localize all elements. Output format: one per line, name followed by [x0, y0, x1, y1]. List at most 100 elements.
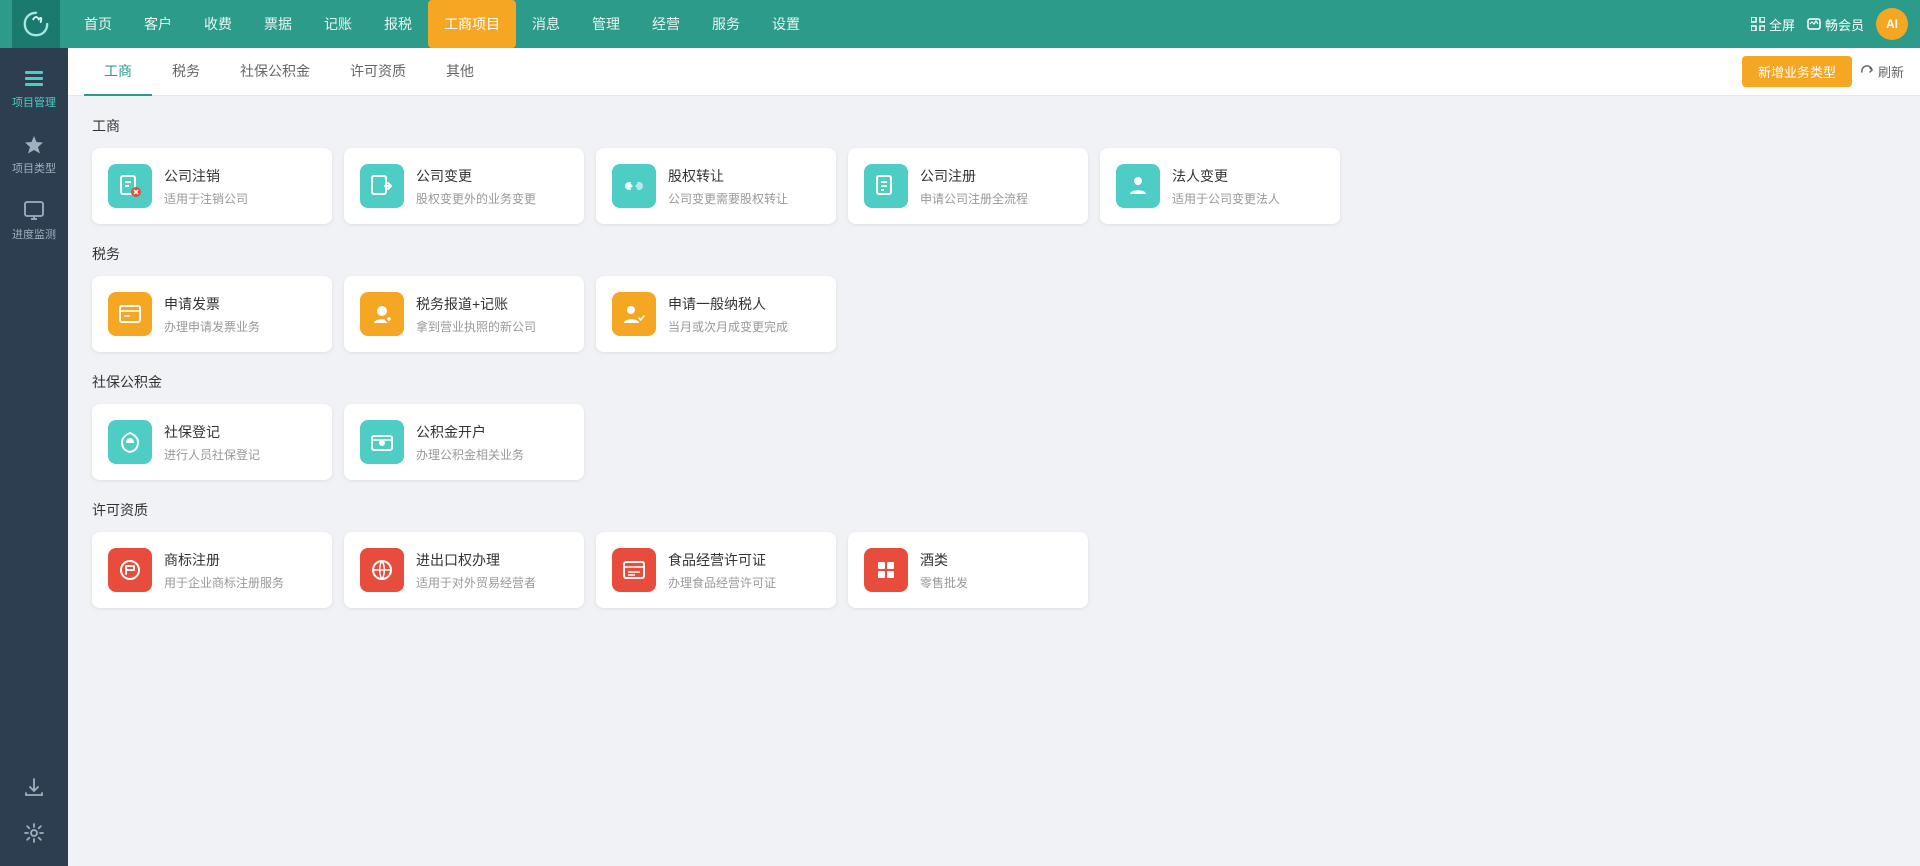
- nav-bizproject[interactable]: 工商项目: [428, 0, 516, 48]
- card-import-export[interactable]: 进出口权办理 适用于对外贸易经营者: [344, 532, 584, 608]
- card-invoice-apply[interactable]: 申请发票 办理申请发票业务: [92, 276, 332, 352]
- card-desc-provident-fund: 办理公积金相关业务: [416, 446, 524, 463]
- content-scroll[interactable]: 工商 公司注销 适用于注销公司: [68, 96, 1920, 866]
- card-info-legal-person: 法人变更 适用于公司变更法人: [1172, 166, 1280, 207]
- tab-other[interactable]: 其他: [426, 48, 494, 96]
- sidebar-bottom: [19, 766, 49, 866]
- card-desc-alcohol: 零售批发: [920, 574, 968, 591]
- sidebar-settings-button[interactable]: [19, 812, 49, 854]
- nav-settings[interactable]: 设置: [756, 0, 816, 48]
- sidebar-label-project-type: 项目类型: [12, 160, 56, 176]
- card-alcohol[interactable]: 酒类 零售批发: [848, 532, 1088, 608]
- nav-tax[interactable]: 报税: [368, 0, 428, 48]
- nav-service[interactable]: 服务: [696, 0, 756, 48]
- tab-xuke[interactable]: 许可资质: [330, 48, 426, 96]
- card-title-legal-person: 法人变更: [1172, 166, 1280, 186]
- sidebar-item-project-manage[interactable]: 项目管理: [0, 56, 68, 122]
- refresh-button[interactable]: 刷新: [1860, 62, 1904, 81]
- card-company-change[interactable]: 公司变更 股权变更外的业务变更: [344, 148, 584, 224]
- vip-button[interactable]: 畅会员: [1807, 15, 1864, 34]
- tab-shuiwu[interactable]: 税务: [152, 48, 220, 96]
- sidebar-item-progress-monitor[interactable]: 进度监测: [0, 188, 68, 254]
- sidebar-label-project-manage: 项目管理: [12, 94, 56, 110]
- card-company-register[interactable]: 公司注册 申请公司注册全流程: [848, 148, 1088, 224]
- nav-items: 首页 客户 收费 票据 记账 报税 工商项目 消息 管理 经营 服务 设置: [68, 0, 1751, 48]
- sidebar-item-project-type[interactable]: 项目类型: [0, 122, 68, 188]
- card-food-license[interactable]: 食品经营许可证 办理食品经营许可证: [596, 532, 836, 608]
- top-nav: 首页 客户 收费 票据 记账 报税 工商项目 消息 管理 经营 服务 设置 全屏…: [0, 0, 1920, 48]
- card-info-company-change: 公司变更 股权变更外的业务变更: [416, 166, 536, 207]
- sidebar-download-button[interactable]: [19, 766, 49, 808]
- card-title-invoice-apply: 申请发票: [164, 294, 260, 314]
- card-tax-payer[interactable]: 申请一般纳税人 当月或次月成变更完成: [596, 276, 836, 352]
- card-info-tax-report: 税务报道+记账 拿到营业执照的新公司: [416, 294, 536, 335]
- card-info-company-register: 公司注册 申请公司注册全流程: [920, 166, 1028, 207]
- card-company-cancel[interactable]: 公司注销 适用于注销公司: [92, 148, 332, 224]
- card-info-food-license: 食品经营许可证 办理食品经营许可证: [668, 550, 776, 591]
- alcohol-icon: [864, 548, 908, 592]
- new-business-type-button[interactable]: 新增业务类型: [1742, 56, 1852, 87]
- sidebar-label-progress-monitor: 进度监测: [12, 226, 56, 242]
- fullscreen-label: 全屏: [1769, 15, 1795, 34]
- card-info-import-export: 进出口权办理 适用于对外贸易经营者: [416, 550, 536, 591]
- card-equity-transfer[interactable]: 股权转让 公司变更需要股权转让: [596, 148, 836, 224]
- vip-label: 畅会员: [1825, 15, 1864, 34]
- equity-transfer-icon: [612, 164, 656, 208]
- fullscreen-button[interactable]: 全屏: [1751, 15, 1795, 34]
- card-social-security[interactable]: 社保登记 进行人员社保登记: [92, 404, 332, 480]
- nav-customer[interactable]: 客户: [128, 0, 188, 48]
- cards-grid-xuke: 商标注册 用于企业商标注册服务 进出口权办理 适用于对外贸易经营者: [92, 532, 1896, 608]
- nav-operation[interactable]: 经营: [636, 0, 696, 48]
- nav-manage[interactable]: 管理: [576, 0, 636, 48]
- social-security-icon: [108, 420, 152, 464]
- card-desc-import-export: 适用于对外贸易经营者: [416, 574, 536, 591]
- card-info-tax-payer: 申请一般纳税人 当月或次月成变更完成: [668, 294, 788, 335]
- card-title-company-change: 公司变更: [416, 166, 536, 186]
- section-title-gongshang: 工商: [92, 116, 1896, 136]
- card-desc-food-license: 办理食品经营许可证: [668, 574, 776, 591]
- card-title-company-register: 公司注册: [920, 166, 1028, 186]
- card-title-equity-transfer: 股权转让: [668, 166, 788, 186]
- tab-gongshang[interactable]: 工商: [84, 48, 152, 96]
- card-info-company-cancel: 公司注销 适用于注销公司: [164, 166, 248, 207]
- card-title-alcohol: 酒类: [920, 550, 968, 570]
- card-desc-company-cancel: 适用于注销公司: [164, 190, 248, 207]
- card-title-trademark: 商标注册: [164, 550, 284, 570]
- card-desc-legal-person: 适用于公司变更法人: [1172, 190, 1280, 207]
- content-area: 工商 税务 社保公积金 许可资质 其他 新增业务类型 刷新 工商: [68, 48, 1920, 866]
- card-desc-company-change: 股权变更外的业务变更: [416, 190, 536, 207]
- card-title-provident-fund: 公积金开户: [416, 422, 524, 442]
- user-avatar[interactable]: AI: [1876, 8, 1908, 40]
- card-title-food-license: 食品经营许可证: [668, 550, 776, 570]
- nav-home[interactable]: 首页: [68, 0, 128, 48]
- legal-person-icon: [1116, 164, 1160, 208]
- provident-fund-icon: [360, 420, 404, 464]
- card-title-tax-payer: 申请一般纳税人: [668, 294, 788, 314]
- card-desc-invoice-apply: 办理申请发票业务: [164, 318, 260, 335]
- card-legal-person[interactable]: 法人变更 适用于公司变更法人: [1100, 148, 1340, 224]
- card-info-equity-transfer: 股权转让 公司变更需要股权转让: [668, 166, 788, 207]
- card-info-invoice-apply: 申请发票 办理申请发票业务: [164, 294, 260, 335]
- tax-payer-icon: [612, 292, 656, 336]
- app-logo: [12, 0, 60, 48]
- card-desc-trademark: 用于企业商标注册服务: [164, 574, 284, 591]
- sidebar: 项目管理 项目类型 进度监测: [0, 48, 68, 866]
- company-cancel-icon: [108, 164, 152, 208]
- nav-fee[interactable]: 收费: [188, 0, 248, 48]
- card-info-alcohol: 酒类 零售批发: [920, 550, 968, 591]
- card-title-social-security: 社保登记: [164, 422, 260, 442]
- card-tax-report[interactable]: 税务报道+记账 拿到营业执照的新公司: [344, 276, 584, 352]
- invoice-apply-icon: [108, 292, 152, 336]
- card-provident-fund[interactable]: 公积金开户 办理公积金相关业务: [344, 404, 584, 480]
- card-info-social-security: 社保登记 进行人员社保登记: [164, 422, 260, 463]
- food-license-icon: [612, 548, 656, 592]
- section-title-shebao: 社保公积金: [92, 372, 1896, 392]
- nav-bill[interactable]: 票据: [248, 0, 308, 48]
- refresh-label: 刷新: [1878, 62, 1904, 81]
- company-register-icon: [864, 164, 908, 208]
- card-title-company-cancel: 公司注销: [164, 166, 248, 186]
- nav-message[interactable]: 消息: [516, 0, 576, 48]
- card-trademark[interactable]: 商标注册 用于企业商标注册服务: [92, 532, 332, 608]
- tab-shebao[interactable]: 社保公积金: [220, 48, 330, 96]
- nav-accounting[interactable]: 记账: [308, 0, 368, 48]
